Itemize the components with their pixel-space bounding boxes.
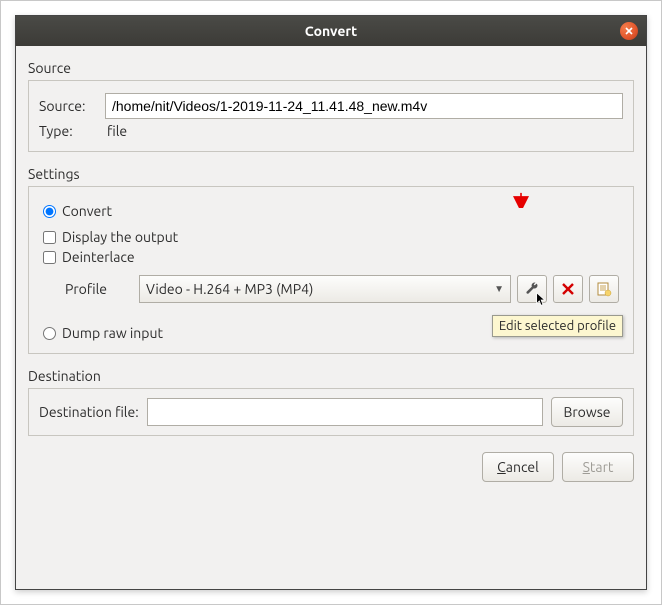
start-button[interactable]: Start bbox=[562, 452, 634, 482]
source-section-title: Source bbox=[28, 60, 634, 76]
delete-profile-button[interactable] bbox=[553, 275, 583, 303]
cancel-button-label: Cancel bbox=[497, 459, 539, 475]
display-output-row[interactable]: Display the output bbox=[43, 229, 619, 245]
window-title: Convert bbox=[305, 23, 357, 39]
display-output-checkbox[interactable] bbox=[43, 231, 56, 244]
close-icon bbox=[624, 26, 634, 36]
dump-raw-radio[interactable] bbox=[43, 327, 56, 340]
source-box: Source: Type: file bbox=[28, 80, 634, 152]
destination-box: Destination file: Browse bbox=[28, 388, 634, 436]
convert-radio-label: Convert bbox=[62, 203, 112, 219]
screenshot-frame: Convert Source Source: Type: file Settin… bbox=[0, 0, 662, 605]
delete-icon bbox=[560, 281, 576, 297]
wrench-icon bbox=[524, 281, 540, 297]
dump-raw-label: Dump raw input bbox=[62, 325, 163, 341]
display-output-label: Display the output bbox=[62, 229, 178, 245]
deinterlace-label: Deinterlace bbox=[62, 249, 135, 265]
settings-box: Convert Display the output Deinterlace P… bbox=[28, 186, 634, 354]
start-button-label: Start bbox=[583, 459, 614, 475]
titlebar: Convert bbox=[16, 16, 646, 46]
type-label: Type: bbox=[39, 123, 99, 139]
dialog-footer: Cancel Start bbox=[28, 446, 634, 482]
source-input[interactable] bbox=[105, 93, 623, 119]
destination-file-label: Destination file: bbox=[39, 404, 139, 420]
convert-dialog: Convert Source Source: Type: file Settin… bbox=[15, 15, 647, 590]
chevron-down-icon: ▼ bbox=[494, 283, 504, 295]
edit-profile-tooltip: Edit selected profile bbox=[492, 315, 623, 337]
deinterlace-row[interactable]: Deinterlace bbox=[43, 249, 619, 265]
profile-selected-value: Video - H.264 + MP3 (MP4) bbox=[146, 281, 313, 297]
convert-radio-row[interactable]: Convert bbox=[43, 203, 619, 219]
profile-combobox[interactable]: Video - H.264 + MP3 (MP4) ▼ bbox=[139, 275, 511, 303]
edit-profile-button[interactable] bbox=[517, 275, 547, 303]
convert-radio[interactable] bbox=[43, 205, 56, 218]
settings-section-title: Settings bbox=[28, 166, 634, 182]
new-profile-button[interactable] bbox=[589, 275, 619, 303]
new-profile-icon bbox=[596, 281, 612, 297]
dialog-content: Source Source: Type: file Settings Conve… bbox=[16, 46, 646, 589]
type-value: file bbox=[105, 123, 127, 139]
source-label: Source: bbox=[39, 98, 99, 114]
deinterlace-checkbox[interactable] bbox=[43, 251, 56, 264]
browse-button-label: Browse bbox=[563, 404, 610, 420]
profile-label: Profile bbox=[65, 281, 133, 297]
cancel-button[interactable]: Cancel bbox=[482, 452, 554, 482]
close-button[interactable] bbox=[620, 22, 638, 40]
browse-button[interactable]: Browse bbox=[551, 397, 623, 427]
destination-section-title: Destination bbox=[28, 368, 634, 384]
destination-file-input[interactable] bbox=[147, 398, 543, 426]
